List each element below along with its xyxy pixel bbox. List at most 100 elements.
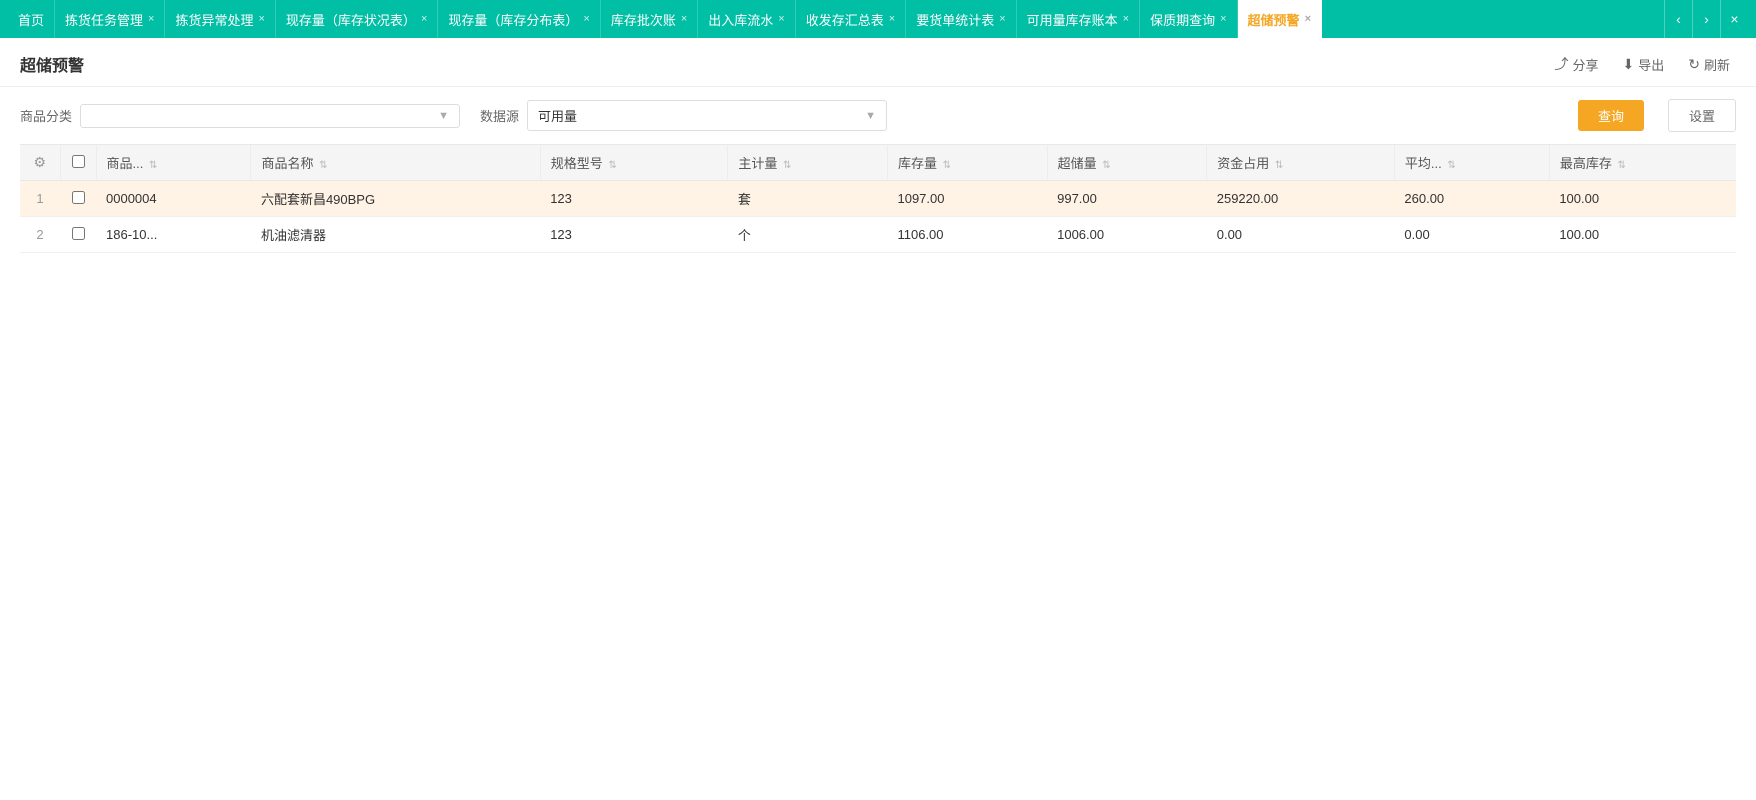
- row-stock-1: 1097.00: [887, 181, 1047, 217]
- column-settings-icon[interactable]: ⚙: [33, 154, 46, 170]
- col-label-capital: 资金占用: [1217, 156, 1269, 171]
- sort-icon-spec: ⇅: [608, 160, 616, 171]
- row-unit-2: 个: [728, 217, 888, 253]
- col-header-settings[interactable]: ⚙: [20, 145, 60, 181]
- top-navigation[interactable]: 首页 拣货任务管理 × 拣货异常处理 × 现存量（库存状况表） × 现存量（库存…: [0, 0, 1756, 38]
- col-header-name[interactable]: 商品名称 ⇅: [251, 145, 540, 181]
- row-capital-1: 259220.00: [1207, 181, 1395, 217]
- row-select-1[interactable]: [72, 191, 85, 204]
- nav-close-overstock[interactable]: ×: [1305, 13, 1311, 25]
- nav-close-stock-dist[interactable]: ×: [583, 13, 589, 25]
- export-button[interactable]: ⬇ 导出: [1617, 51, 1671, 78]
- nav-arrow-left[interactable]: ‹: [1664, 0, 1692, 38]
- nav-close-pick-task[interactable]: ×: [148, 13, 154, 25]
- export-label: 导出: [1638, 55, 1664, 74]
- table-body: 1 0000004 六配套新昌490BPG 123 套 1097.00 997.…: [20, 181, 1736, 253]
- page-actions: ⤴ 分享 ⬇ 导出 ↻ 刷新: [1548, 50, 1736, 78]
- nav-item-inout-flow[interactable]: 出入库流水 ×: [698, 0, 795, 38]
- col-label-code: 商品...: [107, 156, 144, 171]
- col-label-unit: 主计量: [738, 156, 777, 171]
- col-label-name: 商品名称: [261, 156, 313, 171]
- row-code-2: 186-10...: [96, 217, 251, 253]
- nav-label-expiry-query: 保质期查询: [1150, 10, 1215, 29]
- nav-item-available-book[interactable]: 可用量库存账本 ×: [1017, 0, 1140, 38]
- nav-arrow-right[interactable]: ›: [1692, 0, 1720, 38]
- row-spec-1: 123: [540, 181, 728, 217]
- query-button[interactable]: 查询: [1578, 100, 1644, 131]
- nav-label-batch-account: 库存批次账: [611, 10, 676, 29]
- col-header-avg[interactable]: 平均... ⇅: [1394, 145, 1549, 181]
- filter-datasource-label: 数据源: [480, 106, 519, 125]
- row-stock-2: 1106.00: [887, 217, 1047, 253]
- row-avg-1: 260.00: [1394, 181, 1549, 217]
- nav-item-batch-account[interactable]: 库存批次账 ×: [601, 0, 698, 38]
- nav-item-expiry-query[interactable]: 保质期查询 ×: [1140, 0, 1237, 38]
- nav-close-stock-status[interactable]: ×: [421, 13, 427, 25]
- col-header-unit[interactable]: 主计量 ⇅: [728, 145, 888, 181]
- row-capital-2: 0.00: [1207, 217, 1395, 253]
- datasource-chevron-icon: ▼: [865, 110, 876, 122]
- nav-close-pick-abnormal[interactable]: ×: [258, 13, 264, 25]
- overstock-table: ⚙ 商品... ⇅ 商品名称 ⇅ 规格型号 ⇅: [20, 144, 1736, 253]
- nav-close-receipt-summary[interactable]: ×: [889, 13, 895, 25]
- nav-item-stock-status[interactable]: 现存量（库存状况表） ×: [276, 0, 438, 38]
- col-label-avg: 平均...: [1405, 156, 1442, 171]
- export-icon: ⬇: [1623, 56, 1635, 73]
- share-icon: ⤴: [1554, 54, 1568, 74]
- share-button[interactable]: ⤴ 分享: [1548, 50, 1604, 78]
- refresh-label: 刷新: [1704, 55, 1730, 74]
- col-header-spec[interactable]: 规格型号 ⇅: [540, 145, 728, 181]
- nav-label-home: 首页: [18, 10, 44, 29]
- col-header-code[interactable]: 商品... ⇅: [96, 145, 251, 181]
- nav-item-overstock[interactable]: 超储预警 ×: [1238, 0, 1322, 38]
- row-num-1: 1: [20, 181, 60, 217]
- row-checkbox-2[interactable]: [60, 217, 96, 253]
- sort-icon-code: ⇅: [149, 160, 157, 171]
- nav-close-expiry-query[interactable]: ×: [1220, 13, 1226, 25]
- nav-item-pick-abnormal[interactable]: 拣货异常处理 ×: [165, 0, 275, 38]
- sort-icon-unit: ⇅: [783, 160, 791, 171]
- col-header-stock[interactable]: 库存量 ⇅: [887, 145, 1047, 181]
- nav-close-batch-account[interactable]: ×: [681, 13, 687, 25]
- nav-item-order-stats[interactable]: 要货单统计表 ×: [906, 0, 1016, 38]
- category-select[interactable]: ▼: [80, 104, 460, 128]
- nav-close-available-book[interactable]: ×: [1123, 13, 1129, 25]
- row-overstock-1: 997.00: [1047, 181, 1207, 217]
- row-num-2: 2: [20, 217, 60, 253]
- page-title: 超储预警: [20, 52, 84, 76]
- nav-item-receipt-summary[interactable]: 收发存汇总表 ×: [796, 0, 906, 38]
- datasource-select[interactable]: 可用量 ▼: [527, 100, 887, 131]
- col-header-max-stock[interactable]: 最高库存 ⇅: [1549, 145, 1736, 181]
- col-label-overstock: 超储量: [1058, 156, 1097, 171]
- category-chevron-icon: ▼: [438, 110, 449, 122]
- col-header-capital[interactable]: 资金占用 ⇅: [1207, 145, 1395, 181]
- filter-category-label: 商品分类: [20, 106, 72, 125]
- nav-close-inout-flow[interactable]: ×: [778, 13, 784, 25]
- row-avg-2: 0.00: [1394, 217, 1549, 253]
- nav-label-stock-dist: 现存量（库存分布表）: [448, 10, 578, 29]
- nav-label-stock-status: 现存量（库存状况表）: [286, 10, 416, 29]
- table-row: 1 0000004 六配套新昌490BPG 123 套 1097.00 997.…: [20, 181, 1736, 217]
- row-max-stock-2: 100.00: [1549, 217, 1736, 253]
- sort-icon-overstock: ⇅: [1102, 160, 1110, 171]
- nav-arrow-close[interactable]: ×: [1720, 0, 1748, 38]
- page-content: 超储预警 ⤴ 分享 ⬇ 导出 ↻ 刷新 商品分类 ▼ 数据源: [0, 38, 1756, 800]
- sort-icon-avg: ⇅: [1447, 160, 1455, 171]
- nav-label-pick-task: 拣货任务管理: [65, 10, 143, 29]
- col-header-overstock[interactable]: 超储量 ⇅: [1047, 145, 1207, 181]
- filter-category: 商品分类 ▼: [20, 104, 460, 128]
- row-checkbox-1[interactable]: [60, 181, 96, 217]
- nav-item-stock-dist[interactable]: 现存量（库存分布表） ×: [438, 0, 600, 38]
- nav-item-pick-task[interactable]: 拣货任务管理 ×: [55, 0, 165, 38]
- settings-button[interactable]: 设置: [1668, 99, 1736, 132]
- nav-item-home[interactable]: 首页: [8, 0, 55, 38]
- nav-close-order-stats[interactable]: ×: [999, 13, 1005, 25]
- col-header-checkbox[interactable]: [60, 145, 96, 181]
- row-spec-2: 123: [540, 217, 728, 253]
- row-select-2[interactable]: [72, 227, 85, 240]
- refresh-button[interactable]: ↻ 刷新: [1682, 51, 1736, 78]
- nav-label-overstock: 超储预警: [1248, 10, 1300, 29]
- sort-icon-name: ⇅: [319, 160, 327, 171]
- col-label-max-stock: 最高库存: [1560, 156, 1612, 171]
- select-all-checkbox[interactable]: [72, 155, 85, 168]
